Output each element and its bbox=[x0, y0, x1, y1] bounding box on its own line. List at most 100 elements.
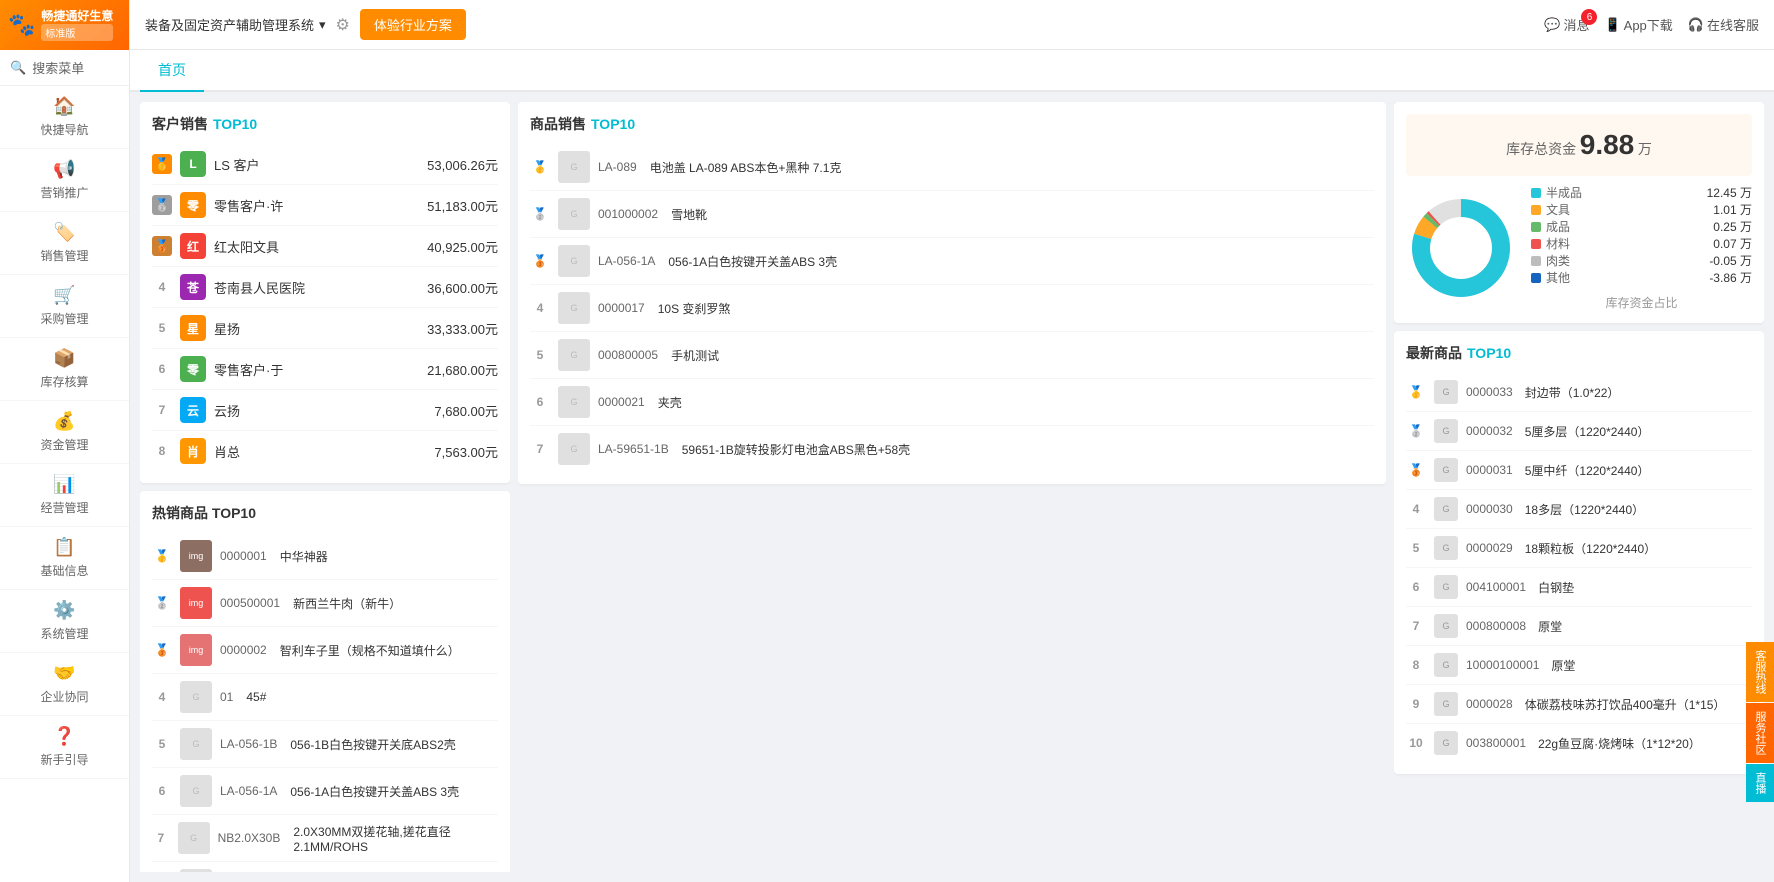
content-area: 客户销售 TOP10 🥇 L LS 客户 53,006.26元 🥈 零 零售客户… bbox=[130, 92, 1774, 882]
latest-rank-num: 10 bbox=[1406, 733, 1426, 753]
product-thumb: G bbox=[558, 292, 590, 324]
rank-number: 4 bbox=[152, 277, 172, 297]
customer-rank-item: 8 肖 肖总 7,563.00元 bbox=[152, 431, 498, 471]
search-icon: 🔍 bbox=[10, 60, 26, 76]
search-menu[interactable]: 🔍 搜索菜单 bbox=[0, 50, 129, 86]
latest-code: 000800008 bbox=[1466, 619, 1526, 633]
product-name: 夹壳 bbox=[658, 394, 682, 411]
float-btn-community[interactable]: 服务社区 bbox=[1746, 703, 1774, 763]
hot-product-item: 4 G 01 45# bbox=[152, 674, 498, 721]
finance-icon: 💰 bbox=[53, 411, 75, 432]
system-selector[interactable]: 装备及固定资产辅助管理系统 ▾ bbox=[145, 15, 326, 34]
product-rank-num: 4 bbox=[530, 298, 550, 318]
rank-number: 6 bbox=[152, 359, 172, 379]
latest-code: 0000032 bbox=[1466, 424, 1513, 438]
customer-rank-item: 🥇 L LS 客户 53,006.26元 bbox=[152, 144, 498, 185]
product-rank-num: 6 bbox=[152, 781, 172, 801]
sidebar-item-finance[interactable]: 💰 资金管理 bbox=[0, 401, 129, 464]
rank-avatar: 云 bbox=[180, 397, 206, 423]
tab-home[interactable]: 首页 bbox=[140, 50, 204, 92]
legend-name: 肉类 bbox=[1546, 252, 1586, 269]
sidebar-item-guide[interactable]: ❓ 新手引导 bbox=[0, 716, 129, 779]
product-thumb: img bbox=[180, 587, 212, 619]
product-thumb: G bbox=[558, 198, 590, 230]
legend-value: 0.07 万 bbox=[1713, 235, 1752, 252]
collab-icon: 🤝 bbox=[53, 663, 75, 684]
sidebar-item-purchase[interactable]: 🛒 采购管理 bbox=[0, 275, 129, 338]
rank-avatar: 零 bbox=[180, 356, 206, 382]
app-download-btn[interactable]: 📱 App下载 bbox=[1604, 15, 1672, 34]
sidebar-item-basic-info[interactable]: 📋 基础信息 bbox=[0, 527, 129, 590]
latest-product-item: 🥈 G 0000032 5厘多层（1220*2440） bbox=[1406, 412, 1752, 451]
product-thumb: G bbox=[558, 433, 590, 465]
customer-ranking-title: 客户销售 TOP10 bbox=[152, 114, 498, 134]
legend-item: 半成品 12.45 万 bbox=[1531, 184, 1752, 201]
legend-item: 肉类 -0.05 万 bbox=[1531, 252, 1752, 269]
settings-icon[interactable]: ⚙ bbox=[336, 15, 350, 35]
sidebar-item-label: 经营管理 bbox=[40, 499, 88, 516]
legend-value: 0.25 万 bbox=[1713, 218, 1752, 235]
latest-thumb: G bbox=[1434, 731, 1458, 755]
latest-thumb: G bbox=[1434, 458, 1458, 482]
latest-products-card: 最新商品 TOP10 🥇 G 0000033 封边带（1.0*22） 🥈 G 0… bbox=[1394, 331, 1764, 774]
product-name: 电池盖 LA-089 ABS本色+黑种 7.1克 bbox=[650, 159, 842, 176]
sidebar-item-sales[interactable]: 🏷️ 销售管理 bbox=[0, 212, 129, 275]
latest-thumb: G bbox=[1434, 692, 1458, 716]
latest-name: 白钢垫 bbox=[1538, 579, 1574, 596]
latest-product-item: 6 G 004100001 白钢垫 bbox=[1406, 568, 1752, 607]
inventory-total: 库存总资金 9.88 万 bbox=[1406, 114, 1752, 176]
trial-btn[interactable]: 体验行业方案 bbox=[360, 9, 466, 40]
purchase-icon: 🛒 bbox=[53, 285, 75, 306]
product-rank-num: 🥈 bbox=[530, 204, 550, 224]
sidebar-item-collab[interactable]: 🤝 企业协同 bbox=[0, 653, 129, 716]
rank-number: 🥉 bbox=[152, 236, 172, 256]
product-ranking-title: 商品销售 TOP10 bbox=[530, 114, 1374, 134]
rank-amount: 51,183.00元 bbox=[427, 196, 498, 215]
product-code: 001000002 bbox=[598, 207, 658, 221]
customer-rank-list: 🥇 L LS 客户 53,006.26元 🥈 零 零售客户·许 51,183.0… bbox=[152, 144, 498, 471]
product-rank-num: 5 bbox=[530, 345, 550, 365]
legend-name: 材料 bbox=[1546, 235, 1586, 252]
sidebar-item-operations[interactable]: 📊 经营管理 bbox=[0, 464, 129, 527]
customer-ranking-title-text: 客户销售 bbox=[152, 114, 208, 134]
legend-name: 半成品 bbox=[1546, 184, 1586, 201]
online-service-btn[interactable]: 🎧 在线客服 bbox=[1688, 15, 1759, 34]
sidebar-item-system[interactable]: ⚙️ 系统管理 bbox=[0, 590, 129, 653]
latest-rank-num: 🥇 bbox=[1406, 382, 1426, 402]
latest-rank-num: 9 bbox=[1406, 694, 1426, 714]
rank-name: 零售客户·许 bbox=[214, 196, 419, 215]
headset-icon: 🎧 bbox=[1688, 17, 1704, 33]
product-ranking-title-text: 商品销售 bbox=[530, 114, 586, 134]
hot-products-card: 热销商品 TOP10 🥇 img 0000001 中华神器 🥈 img 0005… bbox=[140, 491, 510, 872]
col-middle: 商品销售 TOP10 🥇 G LA-089 电池盖 LA-089 ABS本色+黑… bbox=[518, 102, 1386, 872]
product-code: 000800005 bbox=[598, 348, 658, 362]
product-rank-item: 🥉 G LA-056-1A 056-1A白色按键开关盖ABS 3壳 bbox=[530, 238, 1374, 285]
product-ranking-card: 商品销售 TOP10 🥇 G LA-089 电池盖 LA-089 ABS本色+黑… bbox=[518, 102, 1386, 484]
latest-product-item: 🥇 G 0000033 封边带（1.0*22） bbox=[1406, 373, 1752, 412]
rank-number: 🥇 bbox=[152, 154, 172, 174]
float-btn-live[interactable]: 直播 bbox=[1746, 764, 1774, 802]
latest-name: 18多层（1220*2440） bbox=[1525, 501, 1644, 518]
latest-products-title: 最新商品 TOP10 bbox=[1406, 343, 1752, 363]
message-btn[interactable]: 💬 消息 6 bbox=[1544, 15, 1589, 34]
latest-thumb: G bbox=[1434, 497, 1458, 521]
legend-dot bbox=[1531, 205, 1541, 215]
sidebar-item-marketing[interactable]: 📢 营销推广 bbox=[0, 149, 129, 212]
float-btn-service[interactable]: 客服热线 bbox=[1746, 642, 1774, 702]
product-thumb: G bbox=[180, 728, 212, 760]
product-name: 10S 变刹罗煞 bbox=[658, 300, 731, 317]
sidebar-item-inventory[interactable]: 📦 库存核算 bbox=[0, 338, 129, 401]
sidebar-item-quicknav[interactable]: 🏠 快捷导航 bbox=[0, 86, 129, 149]
hot-product-item: 8 G 0000011 12070519-xs bbox=[152, 862, 498, 872]
legend-value: 1.01 万 bbox=[1713, 201, 1752, 218]
sidebar-item-label: 新手引导 bbox=[40, 751, 88, 768]
sidebar-item-label: 采购管理 bbox=[40, 310, 88, 327]
product-name: 056-1A白色按键开关盖ABS 3壳 bbox=[290, 783, 459, 800]
tab-home-label: 首页 bbox=[158, 62, 186, 78]
message-badge: 6 bbox=[1581, 9, 1597, 25]
product-rank-num: 7 bbox=[530, 439, 550, 459]
chevron-down-icon: ▾ bbox=[319, 17, 326, 33]
product-code: LA-089 bbox=[598, 160, 637, 174]
latest-name: 封边带（1.0*22） bbox=[1525, 384, 1620, 401]
product-rank-num: 5 bbox=[152, 734, 172, 754]
